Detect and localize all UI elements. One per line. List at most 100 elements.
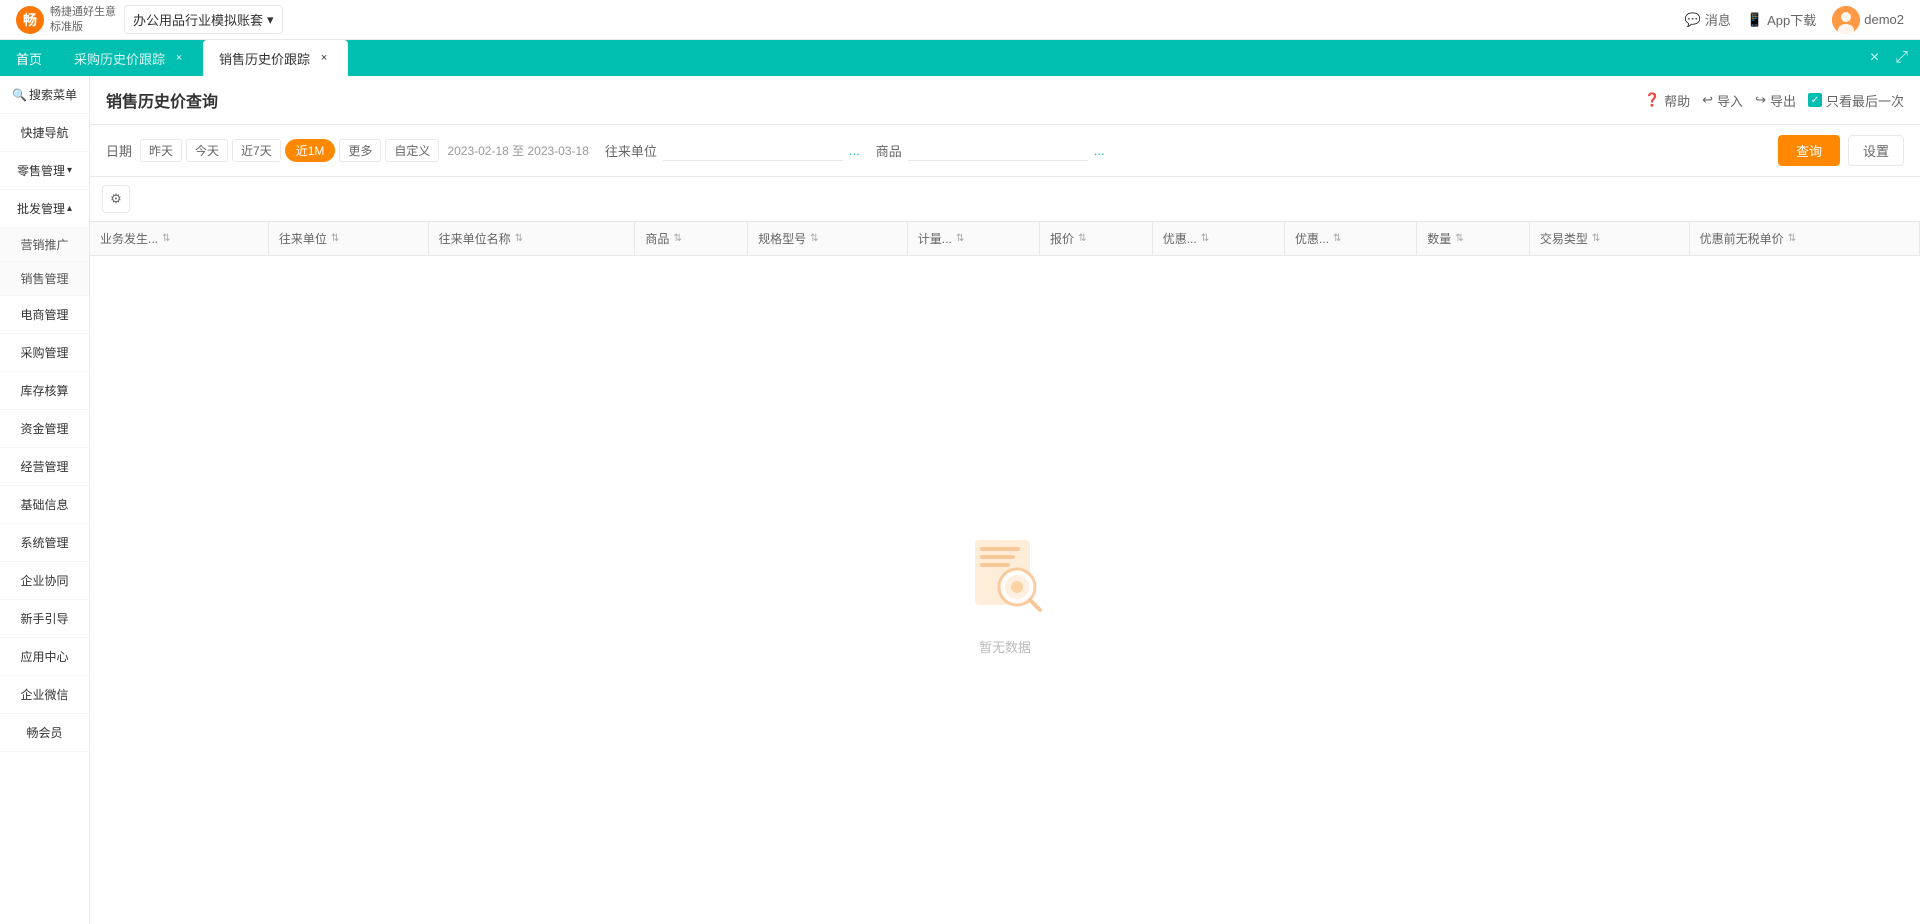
- sort-icon: ⇅: [1078, 233, 1086, 244]
- sort-icon: ⇅: [1455, 233, 1463, 244]
- export-btn[interactable]: ↪ 导出: [1755, 91, 1796, 110]
- download-icon: 📱: [1747, 12, 1763, 28]
- query-button[interactable]: 查询: [1778, 135, 1840, 166]
- table-container: ⚙ 业务发生... ⇅ 往来单位: [90, 177, 1920, 924]
- sidebar-item-system[interactable]: 系统管理: [0, 524, 89, 562]
- sort-icon: ⇅: [673, 233, 681, 244]
- logo-icon: 畅: [16, 6, 44, 34]
- logo-area: 畅 畅捷通好生意 标准版: [16, 5, 116, 34]
- sidebar-item-finance[interactable]: 资金管理: [0, 410, 89, 448]
- app-download-action[interactable]: 📱 App下载: [1747, 10, 1816, 29]
- help-btn[interactable]: ❓ 帮助: [1644, 91, 1690, 110]
- date-label: 日期: [106, 141, 132, 160]
- page-header: 销售历史价查询 ❓ 帮助 ↩ 导入 ↪ 导出 ✓: [90, 76, 1920, 125]
- tab-sales-close[interactable]: ×: [316, 50, 332, 66]
- close-window-btn[interactable]: ×: [1866, 45, 1883, 71]
- sidebar: 🔍 搜索菜单 快捷导航 零售管理 ▾ 批发管理 ▴ 营销推广 销售管理 电商管理…: [0, 76, 90, 924]
- page-actions: ❓ 帮助 ↩ 导入 ↪ 导出 ✓ 只看最后一次: [1644, 91, 1904, 110]
- sidebar-item-marketing[interactable]: 营销推广: [0, 228, 89, 262]
- counterpart-picker-btn[interactable]: ...: [849, 143, 860, 158]
- th-pre-tax-price[interactable]: 优惠前无税单价 ⇅: [1689, 222, 1919, 256]
- tab-purchase-close[interactable]: ×: [171, 50, 187, 66]
- sidebar-item-quick-nav[interactable]: 快捷导航: [0, 114, 89, 152]
- import-btn[interactable]: ↩ 导入: [1702, 91, 1743, 110]
- filter-right: 查询 设置: [1778, 135, 1904, 166]
- main-layout: 🔍 搜索菜单 快捷导航 零售管理 ▾ 批发管理 ▴ 营销推广 销售管理 电商管理…: [0, 76, 1920, 924]
- app-download-label: App下载: [1767, 10, 1816, 29]
- content-area: 销售历史价查询 ❓ 帮助 ↩ 导入 ↪ 导出 ✓: [90, 76, 1920, 924]
- th-quote[interactable]: 报价 ⇅: [1040, 222, 1153, 256]
- sidebar-item-enterprise-wechat[interactable]: 企业微信: [0, 676, 89, 714]
- sidebar-item-member[interactable]: 畅会员: [0, 714, 89, 752]
- th-discount1[interactable]: 优惠... ⇅: [1152, 222, 1284, 256]
- sidebar-item-ops[interactable]: 经营管理: [0, 448, 89, 486]
- sidebar-item-sales-mgmt[interactable]: 销售管理: [0, 262, 89, 296]
- filter-area: 日期 昨天 今天 近7天 近1M 更多 自定义 2023-02-18 至 202…: [90, 125, 1920, 177]
- empty-text: 暂无数据: [979, 637, 1031, 656]
- expand-window-btn[interactable]: ⤢: [1891, 45, 1912, 71]
- username-label: demo2: [1864, 12, 1904, 27]
- date-btn-yesterday[interactable]: 昨天: [140, 139, 182, 162]
- search-icon: 🔍: [12, 88, 27, 102]
- date-btn-today[interactable]: 今天: [186, 139, 228, 162]
- sidebar-item-enterprise-collab[interactable]: 企业协同: [0, 562, 89, 600]
- top-header: 畅 畅捷通好生意 标准版 办公用品行业模拟账套 ▾ 💬 消息 📱 App下载: [0, 0, 1920, 40]
- page-title-row: 销售历史价查询 ❓ 帮助 ↩ 导入 ↪ 导出 ✓: [106, 88, 1904, 112]
- product-picker-btn[interactable]: ...: [1094, 143, 1105, 158]
- sort-icon: ⇅: [1592, 233, 1600, 244]
- export-icon: ↪: [1755, 92, 1766, 108]
- date-buttons: 昨天 今天 近7天 近1M 更多 自定义: [140, 139, 439, 162]
- sidebar-item-retail-mgmt[interactable]: 零售管理 ▾: [0, 152, 89, 190]
- sidebar-item-new-guide[interactable]: 新手引导: [0, 600, 89, 638]
- column-settings-btn[interactable]: ⚙: [102, 185, 130, 213]
- tab-home[interactable]: 首页: [0, 40, 58, 76]
- app-selector-label: 办公用品行业模拟账套: [133, 10, 263, 29]
- date-btn-custom[interactable]: 自定义: [385, 139, 439, 162]
- tab-purchase-history[interactable]: 采购历史价跟踪 ×: [58, 40, 203, 76]
- sidebar-item-purchase[interactable]: 采购管理: [0, 334, 89, 372]
- tab-sales-history[interactable]: 销售历史价跟踪 ×: [203, 40, 348, 76]
- sort-icon: ⇅: [1333, 233, 1341, 244]
- th-product[interactable]: 商品 ⇅: [635, 222, 748, 256]
- header-left: 畅 畅捷通好生意 标准版 办公用品行业模拟账套 ▾: [16, 5, 283, 34]
- tab-purchase-label: 采购历史价跟踪: [74, 49, 165, 68]
- th-unit[interactable]: 计量... ⇅: [907, 222, 1039, 256]
- sort-icon: ⇅: [1201, 233, 1209, 244]
- product-input[interactable]: [908, 141, 1088, 161]
- th-counterpart-code[interactable]: 往来单位 ⇅: [268, 222, 428, 256]
- table-header-row: 业务发生... ⇅ 往来单位 ⇅ 往来单位名称: [90, 222, 1920, 256]
- date-btn-last7[interactable]: 近7天: [232, 139, 281, 162]
- tab-bar: 首页 采购历史价跟踪 × 销售历史价跟踪 × × ⤢: [0, 40, 1920, 76]
- message-action[interactable]: 💬 消息: [1685, 10, 1731, 29]
- th-counterpart-name[interactable]: 往来单位名称 ⇅: [428, 222, 635, 256]
- sidebar-item-app-center[interactable]: 应用中心: [0, 638, 89, 676]
- only-last-checkbox-group[interactable]: ✓ 只看最后一次: [1808, 91, 1904, 110]
- sort-icon: ⇅: [810, 233, 818, 244]
- app-selector[interactable]: 办公用品行业模拟账套 ▾: [124, 5, 283, 34]
- sort-icon: ⇅: [1788, 233, 1796, 244]
- settings-button[interactable]: 设置: [1848, 135, 1904, 166]
- th-trade-type[interactable]: 交易类型 ⇅: [1529, 222, 1689, 256]
- user-action[interactable]: demo2: [1832, 6, 1904, 34]
- counterpart-label: 往来单位: [605, 141, 657, 160]
- counterpart-input[interactable]: [663, 141, 843, 161]
- date-btn-more[interactable]: 更多: [339, 139, 381, 162]
- sidebar-item-search-menu[interactable]: 🔍 搜索菜单: [0, 76, 89, 114]
- th-quantity[interactable]: 数量 ⇅: [1417, 222, 1530, 256]
- product-label: 商品: [876, 141, 902, 160]
- date-btn-last1m[interactable]: 近1M: [285, 139, 336, 162]
- sidebar-item-basic-info[interactable]: 基础信息: [0, 486, 89, 524]
- sidebar-item-inventory[interactable]: 库存核算: [0, 372, 89, 410]
- avatar: [1832, 6, 1860, 34]
- th-biz-date[interactable]: 业务发生... ⇅: [90, 222, 268, 256]
- th-discount2[interactable]: 优惠... ⇅: [1284, 222, 1416, 256]
- sidebar-item-wholesale-mgmt[interactable]: 批发管理 ▴: [0, 190, 89, 228]
- empty-state: 暂无数据: [90, 256, 1920, 924]
- settings-icon: ⚙: [110, 191, 122, 207]
- sidebar-item-ecommerce[interactable]: 电商管理: [0, 296, 89, 334]
- th-spec[interactable]: 规格型号 ⇅: [748, 222, 908, 256]
- sort-icon: ⇅: [515, 233, 523, 244]
- chevron-down-icon: ▾: [67, 165, 72, 176]
- only-last-checkbox[interactable]: ✓: [1808, 93, 1822, 107]
- help-icon: ❓: [1644, 92, 1660, 108]
